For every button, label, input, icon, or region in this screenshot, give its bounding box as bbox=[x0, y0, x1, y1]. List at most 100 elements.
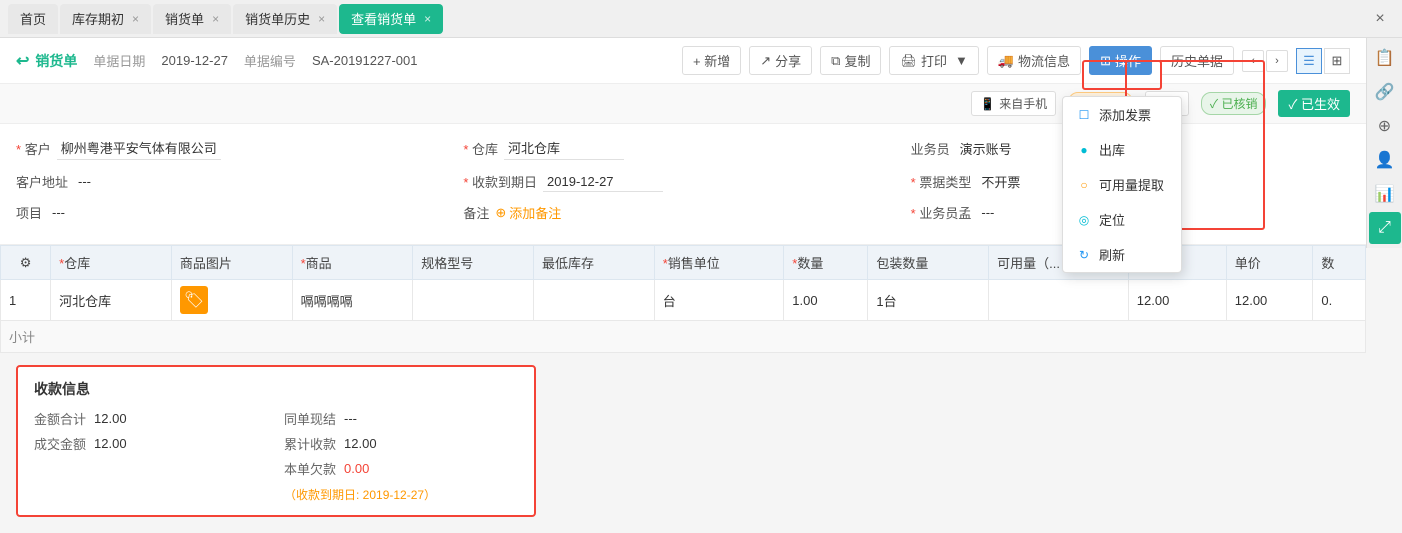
nav-arrows: ‹ › bbox=[1242, 50, 1288, 72]
row-qty: 1.00 bbox=[784, 280, 868, 321]
history-button[interactable]: 历史单据 bbox=[1160, 46, 1234, 75]
document-title: ↩ 销货单 bbox=[16, 51, 77, 71]
doc-icon: ↩ bbox=[16, 51, 29, 71]
row-image: 🏷 bbox=[171, 280, 292, 321]
sidebar-icon-3[interactable]: ⊕ bbox=[1369, 110, 1401, 142]
payment-title: 收款信息 bbox=[34, 379, 518, 399]
subtotal-row: 小计 bbox=[1, 321, 1366, 353]
tab-home[interactable]: 首页 bbox=[8, 4, 58, 34]
total-value: 12.00 bbox=[94, 411, 127, 426]
view-toggle: ☰ ⊞ bbox=[1296, 48, 1350, 74]
row-min-stock bbox=[534, 280, 655, 321]
tab-inventory[interactable]: 库存期初 × bbox=[60, 4, 151, 34]
view-grid-button[interactable]: ⊞ bbox=[1324, 48, 1350, 74]
payment-info: 收款信息 金额合计 12.00 同单现结 --- 成交金额 12.00 累计收款… bbox=[16, 365, 536, 517]
sidebar-icon-1[interactable]: 📋 bbox=[1369, 42, 1401, 74]
available-icon: ○ bbox=[1077, 178, 1091, 192]
sidebar-icon-5[interactable]: 📊 bbox=[1369, 178, 1401, 210]
row-available bbox=[989, 280, 1129, 321]
right-sidebar: 📋 🔗 ⊕ 👤 📊 ⤢ bbox=[1366, 38, 1402, 248]
row-warehouse: 河北仓库 bbox=[51, 280, 172, 321]
col-min-stock: 最低库存 bbox=[534, 246, 655, 280]
grid-icon: ⊞ bbox=[1100, 53, 1111, 69]
share-icon: ↗ bbox=[760, 53, 771, 69]
add-note-button[interactable]: ⊕ 添加备注 bbox=[495, 203, 561, 222]
row-product: 嗝嗝嗝嗝 bbox=[292, 280, 413, 321]
window-close-button[interactable]: × bbox=[1366, 5, 1394, 33]
copy-button[interactable]: ⧉ 复制 bbox=[820, 46, 881, 75]
customer-value[interactable]: 柳州粤港平安气体有限公司 bbox=[57, 136, 221, 160]
row-amount: 0. bbox=[1313, 280, 1366, 321]
available-qty-item[interactable]: ○ 可用量提取 bbox=[1063, 167, 1181, 202]
col-settings[interactable]: ⚙ bbox=[1, 246, 51, 280]
from-mobile-button[interactable]: 📱 来自手机 bbox=[971, 91, 1056, 116]
operation-button[interactable]: ⊞ 操作 bbox=[1089, 46, 1152, 75]
locate-icon: ◎ bbox=[1077, 213, 1091, 227]
tab-inventory-close[interactable]: × bbox=[132, 12, 139, 26]
col-product: *商品 bbox=[292, 246, 413, 280]
tab-bar-end: × bbox=[1366, 5, 1394, 33]
due-value: 0.00 bbox=[344, 461, 369, 476]
note-field: 备注 ⊕ 添加备注 bbox=[463, 203, 902, 222]
document-meta: 单据日期 2019-12-27 单据编号 SA-20191227-001 bbox=[93, 51, 417, 70]
total-amount: 金额合计 12.00 bbox=[34, 409, 268, 428]
same-order: 同单现结 --- bbox=[284, 409, 518, 428]
logistics-button[interactable]: 🚚 物流信息 bbox=[987, 46, 1081, 75]
print-icon: 🖨 bbox=[900, 53, 917, 69]
transaction-amount: 成交金额 12.00 bbox=[34, 434, 268, 453]
project-field: 项目 --- bbox=[16, 203, 455, 222]
row-index: 1 bbox=[1, 280, 51, 321]
col-spec: 规格型号 bbox=[413, 246, 534, 280]
refresh-item[interactable]: ↻ 刷新 bbox=[1063, 237, 1181, 272]
tab-sales[interactable]: 销货单 × bbox=[153, 4, 231, 34]
tab-sales-history-close[interactable]: × bbox=[318, 12, 325, 26]
required-star-3: * bbox=[463, 175, 468, 190]
add-invoice-item[interactable]: ☐ 添加发票 bbox=[1063, 97, 1181, 132]
warehouse-value[interactable]: 河北仓库 bbox=[504, 136, 624, 160]
col-unit: *销售单位 bbox=[654, 246, 784, 280]
payment-grid: 金额合计 12.00 同单现结 --- 成交金额 12.00 累计收款 12.0… bbox=[34, 409, 518, 503]
nav-prev[interactable]: ‹ bbox=[1242, 50, 1264, 72]
row-current: 12.00 bbox=[1128, 280, 1226, 321]
col-price: 单价 bbox=[1226, 246, 1313, 280]
col-amount: 数 bbox=[1313, 246, 1366, 280]
sidebar-icon-2[interactable]: 🔗 bbox=[1369, 76, 1401, 108]
effective-button[interactable]: ✓ 已生效 bbox=[1278, 90, 1350, 117]
ticket-type-value: 不开票 bbox=[977, 170, 1024, 193]
add-invoice-icon: ☐ bbox=[1077, 108, 1091, 122]
verified-badge: ✓ 已核销 bbox=[1201, 92, 1267, 115]
tab-view-sales[interactable]: 查看销货单 × bbox=[339, 4, 443, 34]
share-button[interactable]: ↗ 分享 bbox=[749, 46, 812, 75]
locate-item[interactable]: ◎ 定位 bbox=[1063, 202, 1181, 237]
ship-out-icon: ● bbox=[1077, 143, 1091, 157]
same-order-value: --- bbox=[344, 411, 357, 426]
required-star-5: * bbox=[911, 206, 916, 221]
nav-next[interactable]: › bbox=[1266, 50, 1288, 72]
due-note: （收款到期日: 2019-12-27） bbox=[284, 486, 436, 503]
tab-view-sales-close[interactable]: × bbox=[424, 12, 431, 26]
cumulative-payment: 累计收款 12.00 bbox=[284, 434, 518, 453]
col-qty: *数量 bbox=[784, 246, 868, 280]
tab-sales-history[interactable]: 销货单历史 × bbox=[233, 4, 337, 34]
due-date-value[interactable]: 2019-12-27 bbox=[543, 172, 663, 192]
print-button[interactable]: 🖨 打印 ▼ bbox=[889, 46, 978, 75]
required-star-2: * bbox=[463, 142, 468, 157]
new-button[interactable]: + 新增 bbox=[682, 46, 741, 75]
row-price: 12.00 bbox=[1226, 280, 1313, 321]
salesperson-value: 演示账号 bbox=[956, 137, 1016, 160]
col-package: 包装数量 bbox=[868, 246, 989, 280]
row-spec bbox=[413, 280, 534, 321]
empty-cell bbox=[34, 459, 268, 503]
view-list-button[interactable]: ☰ bbox=[1296, 48, 1322, 74]
ship-out-item[interactable]: ● 出库 bbox=[1063, 132, 1181, 167]
table-row: 1 河北仓库 🏷 嗝嗝嗝嗝 台 1.00 1台 12.00 12.00 bbox=[1, 280, 1366, 321]
document-actions: + 新增 ↗ 分享 ⧉ 复制 🖨 打印 ▼ 🚚 物流信息 bbox=[682, 46, 1350, 75]
address-field: 客户地址 --- bbox=[16, 172, 455, 191]
tab-sales-close[interactable]: × bbox=[212, 12, 219, 26]
salesperson2-value: --- bbox=[977, 203, 998, 222]
print-dropdown-arrow: ▼ bbox=[955, 53, 968, 68]
refresh-icon: ↻ bbox=[1077, 248, 1091, 262]
sidebar-icon-expand[interactable]: ⤢ bbox=[1369, 212, 1401, 244]
sidebar-icon-4[interactable]: 👤 bbox=[1369, 144, 1401, 176]
customer-field: * 客户 柳州粤港平安气体有限公司 bbox=[16, 136, 455, 160]
